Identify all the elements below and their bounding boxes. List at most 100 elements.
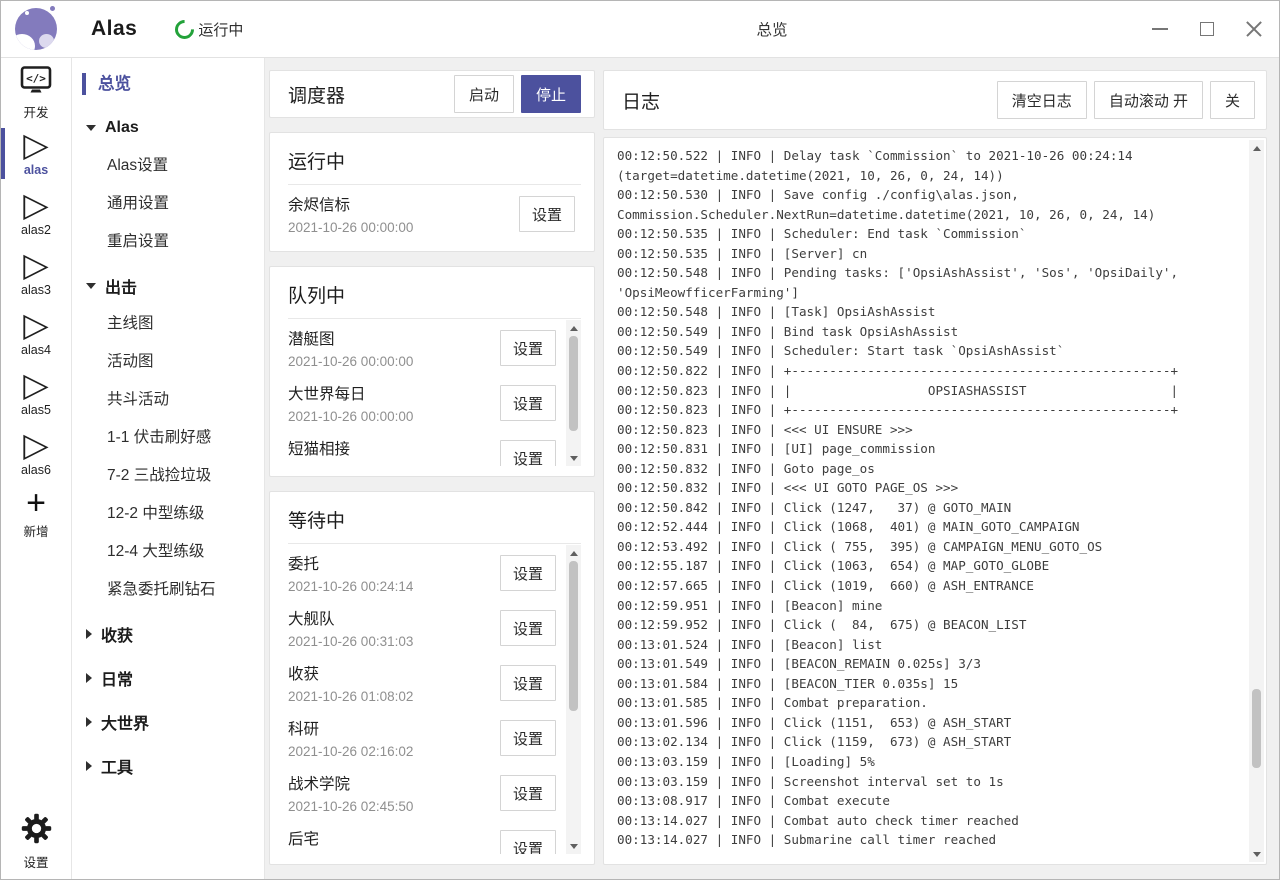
log-line: 00:12:50.548 | INFO | Pending tasks: ['O…: [617, 263, 1240, 283]
scroll-up-icon[interactable]: [1249, 141, 1264, 155]
nav-item-1-1 伏击刷好感[interactable]: 1-1 伏击刷好感: [72, 426, 264, 450]
log-line: 00:12:50.822 | INFO | +-----------------…: [617, 361, 1240, 381]
content-area: 调度器 启动 停止 运行中 余烬信标2021-10-26 00:00:00设置 …: [265, 58, 1279, 879]
task-name: 大舰队: [288, 607, 413, 629]
scroll-down-icon[interactable]: [1249, 847, 1264, 861]
log-line: 00:12:50.535 | INFO | Scheduler: End tas…: [617, 224, 1240, 244]
task-next-run-time: 2021-10-26 01:08:02: [288, 689, 413, 704]
task-name: 战术学院: [288, 772, 413, 794]
task-next-run-time: 2021-10-26 00:31:03: [288, 634, 413, 649]
close-button[interactable]: [1245, 20, 1263, 38]
log-line: 00:13:01.596 | INFO | Click (1151, 653) …: [617, 713, 1240, 733]
scheduler-card: 调度器 启动 停止: [269, 70, 595, 118]
task-entry: 委托2021-10-26 00:24:14设置: [288, 545, 562, 600]
log-panel[interactable]: 00:12:50.522 | INFO | Delay task `Commis…: [603, 137, 1267, 865]
nav-group-label: 工具: [101, 754, 133, 778]
task-setting-button[interactable]: 设置: [519, 196, 575, 232]
start-button[interactable]: 启动: [454, 75, 514, 113]
clear-log-button[interactable]: 清空日志: [997, 81, 1087, 119]
nav-group-收获[interactable]: 收获: [72, 622, 264, 646]
nav-item-共斗活动[interactable]: 共斗活动: [72, 388, 264, 412]
rail-dev-button[interactable]: </> 开发: [1, 65, 71, 122]
nav-group-Alas[interactable]: Alas: [72, 116, 264, 140]
rail-instance-label: alas6: [21, 463, 51, 477]
nav-item-Alas设置[interactable]: Alas设置: [72, 154, 264, 178]
scroll-up-icon[interactable]: [566, 321, 581, 335]
pending-scrollbar-thumb[interactable]: [569, 336, 578, 431]
minimize-button[interactable]: [1151, 20, 1169, 38]
rail-instance-alas6[interactable]: ▷ alas6: [1, 425, 71, 482]
svg-text:</>: </>: [26, 72, 46, 85]
rail-instance-alas5[interactable]: ▷alas5: [1, 365, 71, 422]
nav-item-紧急委托刷钻石[interactable]: 紧急委托刷钻石: [72, 578, 264, 602]
play-icon: ▷: [23, 430, 48, 460]
task-setting-button[interactable]: 设置: [500, 775, 556, 811]
task-setting-button[interactable]: 设置: [500, 385, 556, 421]
nav-item-重启设置[interactable]: 重启设置: [72, 230, 264, 254]
log-line: 00:12:50.823 | INFO | | OPSIASHASSIST |: [617, 381, 1240, 401]
nav-group-出击[interactable]: 出击: [72, 274, 264, 298]
task-setting-button[interactable]: 设置: [500, 610, 556, 646]
play-icon: ▷: [23, 130, 48, 160]
rail-dev-label: 开发: [23, 102, 48, 121]
scroll-down-icon[interactable]: [566, 839, 581, 853]
rail-add-label: 新增: [23, 521, 48, 540]
waiting-scrollbar-thumb[interactable]: [569, 561, 578, 711]
log-line: 00:12:50.832 | INFO | Goto page_os: [617, 459, 1240, 479]
rail-settings-button[interactable]: 设置: [1, 813, 71, 870]
task-entry-info: 大舰队 2021-10-26 00:31:03: [288, 607, 413, 649]
task-entry-info: 余烬信标2021-10-26 00:00:00: [288, 193, 413, 235]
task-setting-button[interactable]: 设置: [500, 330, 556, 366]
nav-item-主线图[interactable]: 主线图: [72, 312, 264, 336]
dev-code-monitor-icon: </>: [20, 66, 52, 99]
task-entry-info: 大世界每日2021-10-26 00:00:00: [288, 382, 413, 424]
log-header-card: 日志 清空日志 自动滚动 开 关: [603, 70, 1267, 130]
task-next-run-time: 2021-10-26 00:00:00: [288, 220, 413, 235]
rail-instance-alas4[interactable]: ▷alas4: [1, 305, 71, 362]
log-scrollbar-thumb[interactable]: [1252, 689, 1261, 768]
waiting-list-wrap: 委托2021-10-26 00:24:14设置大舰队 2021-10-26 00:…: [288, 545, 581, 854]
log-line: 00:12:59.952 | INFO | Click ( 84, 675) @…: [617, 615, 1240, 635]
task-setting-button[interactable]: 设置: [500, 665, 556, 701]
play-icon: ▷: [23, 250, 48, 280]
log-line: 00:12:50.535 | INFO | [Server] cn: [617, 244, 1240, 264]
play-icon: ▷: [23, 310, 48, 340]
nav-item-12-2 中型练级[interactable]: 12-2 中型练级: [72, 502, 264, 526]
log-line: 00:12:50.823 | INFO | <<< UI ENSURE >>>: [617, 420, 1240, 440]
scroll-up-icon[interactable]: [566, 546, 581, 560]
scroll-down-icon[interactable]: [566, 451, 581, 465]
maximize-button[interactable]: [1198, 20, 1216, 38]
nav-item-7-2 三战捡垃圾[interactable]: 7-2 三战捡垃圾: [72, 464, 264, 488]
task-name: 潜艇图: [288, 327, 413, 349]
titlebar: Alas 运行中 总览: [1, 1, 1279, 58]
nav-item-活动图[interactable]: 活动图: [72, 350, 264, 374]
log-lines: 00:12:50.522 | INFO | Delay task `Commis…: [617, 146, 1240, 850]
nav-item-12-4 大型练级[interactable]: 12-4 大型练级: [72, 540, 264, 564]
stop-button[interactable]: 停止: [521, 75, 581, 113]
log-scrollbar[interactable]: [1249, 140, 1264, 862]
nav-item-通用设置[interactable]: 通用设置: [72, 192, 264, 216]
rail-instance-label: alas3: [21, 283, 51, 297]
task-setting-button[interactable]: 设置: [500, 720, 556, 756]
task-entry-info: 后宅2021-10-26 04:19:27: [288, 827, 413, 854]
nav-group-大世界[interactable]: 大世界: [72, 710, 264, 734]
rail-instance-alas[interactable]: ▷alas: [1, 125, 71, 182]
rail-instance-alas2[interactable]: ▷alas2: [1, 185, 71, 242]
nav-item-总览[interactable]: 总览: [72, 72, 264, 96]
nav-group-日常[interactable]: 日常: [72, 666, 264, 690]
task-setting-button[interactable]: 设置: [500, 830, 556, 854]
task-setting-button[interactable]: 设置: [500, 555, 556, 591]
waiting-scrollbar[interactable]: [566, 545, 581, 854]
nav-group-工具[interactable]: 工具: [72, 754, 264, 778]
task-setting-button[interactable]: 设置: [500, 440, 556, 466]
log-line: 00:13:01.584 | INFO | [BEACON_TIER 0.035…: [617, 674, 1240, 694]
rail-instance-alas3[interactable]: ▷ alas3: [1, 245, 71, 302]
task-next-run-time: 2021-10-26 00:00:00: [288, 354, 413, 369]
log-line: 00:12:50.823 | INFO | +-----------------…: [617, 400, 1240, 420]
plus-icon: +: [26, 488, 46, 518]
autoscroll-off-button[interactable]: 关: [1210, 81, 1255, 119]
rail-add-button[interactable]: + 新增: [1, 485, 71, 542]
autoscroll-toggle-button[interactable]: 自动滚动 开: [1094, 81, 1203, 119]
app-window: Alas 运行中 总览 </> 开发 ▷alas▷alas2▷a: [0, 0, 1280, 880]
pending-scrollbar[interactable]: [566, 320, 581, 466]
